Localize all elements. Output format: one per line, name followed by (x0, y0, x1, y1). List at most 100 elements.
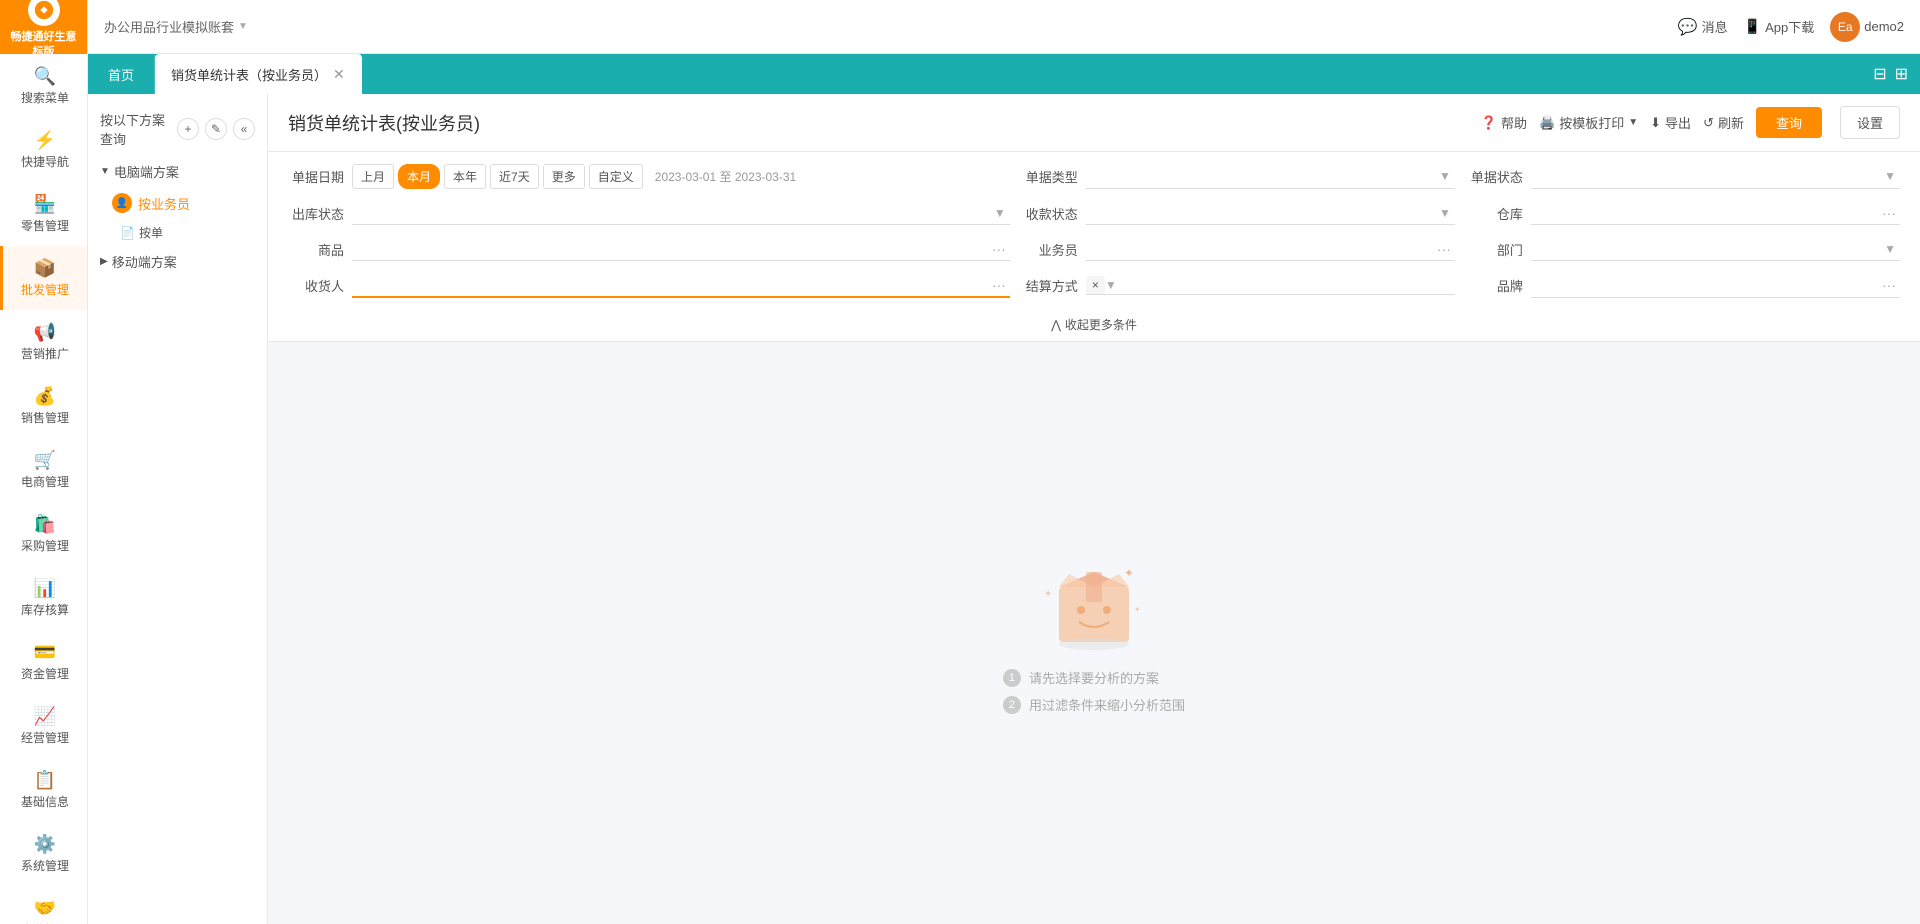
sidebar-item-retail[interactable]: 🏪 零售管理 (0, 182, 87, 246)
filter-row-2: 出库状态 ▼ 收款状态 ▼ (288, 201, 1900, 225)
warehouse-select[interactable]: ··· (1531, 201, 1900, 225)
doc-type-input[interactable] (1086, 165, 1439, 188)
goods-select[interactable]: ··· (352, 237, 1010, 261)
tabbar: 首页 销货单统计表（按业务员） ✕ ⊟ ⊞ (88, 54, 1920, 94)
settle-method-tag-close[interactable]: × (1092, 278, 1099, 292)
triangle-icon: ▼ (100, 166, 110, 177)
sub-item-by-order[interactable]: 📄 按单 (88, 219, 267, 246)
quick-icon: ⚡ (7, 130, 83, 151)
refresh-btn[interactable]: ↺ 刷新 (1703, 113, 1744, 132)
stock-status-select[interactable]: ▼ (352, 201, 1010, 225)
date-label: 单据日期 (288, 167, 344, 186)
app-logo: 畅捷通好生意 标版 (0, 0, 87, 54)
goods-input[interactable] (352, 237, 992, 260)
goods-label: 商品 (288, 240, 344, 259)
add-plan-btn[interactable]: + (177, 118, 199, 140)
sidebar-item-ecommerce[interactable]: 🛒 电商管理 (0, 438, 87, 502)
sidebar-item-search[interactable]: 🔍 搜索菜单 (0, 54, 87, 118)
stock-status-label: 出库状态 (288, 204, 344, 223)
page-actions: ❓ 帮助 🖨️ 按模板打印 ▼ ⬇ 导出 ↺ 刷新 (1481, 106, 1900, 139)
doc-status-arrow-icon: ▼ (1884, 169, 1900, 183)
brand-input[interactable] (1531, 274, 1882, 297)
sidebar-item-inventory[interactable]: 📊 库存核算 (0, 566, 87, 630)
tab-home[interactable]: 首页 (88, 54, 155, 94)
panel-header-label: 按以下方案查询 (100, 110, 177, 148)
triangle-right-icon: ▶ (100, 256, 108, 267)
app-download-btn[interactable]: 📱 App下载 (1744, 17, 1815, 36)
sidebar-item-sales[interactable]: 💰 销售管理 (0, 374, 87, 438)
doc-status-select[interactable]: ▼ (1531, 165, 1900, 189)
this-month-btn[interactable]: 本月 (398, 164, 440, 189)
settle-method-select[interactable]: × ▼ (1086, 276, 1455, 295)
system-icon: ⚙️ (7, 834, 83, 855)
more-btn[interactable]: 更多 (543, 164, 585, 189)
salesman-select[interactable]: ··· (1086, 237, 1455, 261)
sidebar-item-basic[interactable]: 📋 基础信息 (0, 758, 87, 822)
stock-status-input[interactable] (352, 201, 994, 224)
message-icon: 💬 (1678, 17, 1698, 37)
mobile-section-header[interactable]: ▶ 移动端方案 (88, 246, 267, 277)
filter-area: 单据日期 上月 本月 本年 近7天 更多 自定义 2023-03-01 至 20… (268, 152, 1920, 342)
page-header: 销货单统计表(按业务员) ❓ 帮助 🖨️ 按模板打印 ▼ ⬇ 导出 (268, 94, 1920, 152)
sidebar-item-quick[interactable]: ⚡ 快捷导航 (0, 118, 87, 182)
warehouse-group: 仓库 ··· (1467, 201, 1900, 225)
retail-icon: 🏪 (7, 194, 83, 215)
message-btn[interactable]: 💬 消息 (1678, 17, 1728, 37)
collapse-filters-btn[interactable]: ⋀ 收起更多条件 (288, 310, 1900, 341)
svg-text:✦: ✦ (1134, 605, 1141, 614)
sidebar-item-operation[interactable]: 📈 经营管理 (0, 694, 87, 758)
purchase-icon: 🛍️ (7, 514, 83, 535)
doc-type-group: 单据类型 ▼ (1022, 165, 1455, 189)
sidebar-item-system[interactable]: ⚙️ 系统管理 (0, 822, 87, 886)
salesman-input[interactable] (1086, 237, 1437, 260)
warehouse-dots-icon: ··· (1882, 205, 1900, 221)
mobile-section: ▶ 移动端方案 (88, 246, 267, 277)
sidebar-item-finance[interactable]: 💳 资金管理 (0, 630, 87, 694)
settle-method-label: 结算方式 (1022, 276, 1078, 295)
doc-status-label: 单据状态 (1467, 167, 1523, 186)
doc-type-select[interactable]: ▼ (1086, 165, 1455, 189)
export-btn[interactable]: ⬇ 导出 (1650, 113, 1691, 132)
maximize-icon[interactable]: ⊞ (1895, 64, 1908, 84)
print-chevron-icon: ▼ (1628, 117, 1638, 128)
last-7-days-btn[interactable]: 近7天 (490, 164, 539, 189)
dept-select[interactable]: ▼ (1531, 237, 1900, 261)
plan-item-salesman[interactable]: 👤 按业务员 (88, 187, 267, 219)
dept-input[interactable] (1531, 237, 1884, 260)
edit-plan-btn[interactable]: ✎ (205, 118, 227, 140)
settle-method-group: 结算方式 × ▼ (1022, 276, 1455, 295)
tab-sales-stats[interactable]: 销货单统计表（按业务员） ✕ (155, 54, 362, 94)
minimize-icon[interactable]: ⊟ (1873, 64, 1886, 84)
brand-select[interactable]: ··· (1531, 274, 1900, 298)
date-range-display: 2023-03-01 至 2023-03-31 (655, 168, 796, 185)
filter-row-1: 单据日期 上月 本月 本年 近7天 更多 自定义 2023-03-01 至 20… (288, 164, 1900, 189)
sidebar-item-enterprise[interactable]: 🤝 企业协同 (0, 886, 87, 924)
payment-status-input[interactable] (1086, 201, 1439, 224)
account-dropdown[interactable]: 办公用品行业模拟账套 ▼ (104, 17, 248, 36)
tab-close-btn[interactable]: ✕ (333, 66, 345, 83)
search-icon: 🔍 (7, 66, 83, 87)
sidebar-item-marketing[interactable]: 📢 营销推广 (0, 310, 87, 374)
finance-icon: 💳 (7, 642, 83, 663)
sidebar-item-wholesale[interactable]: 📦 批发管理 (0, 246, 87, 310)
this-year-btn[interactable]: 本年 (444, 164, 486, 189)
template-print-btn[interactable]: 🖨️ 按模板打印 ▼ (1539, 113, 1638, 132)
user-menu[interactable]: Ea demo2 (1830, 12, 1904, 42)
refresh-icon: ↺ (1703, 115, 1714, 131)
pc-section-header[interactable]: ▼ 电脑端方案 (88, 156, 267, 187)
query-button[interactable]: 查询 (1756, 107, 1822, 138)
help-btn[interactable]: ❓ 帮助 (1481, 113, 1527, 132)
empty-illustration: ✦ ✦ ✦ (1034, 552, 1154, 652)
payment-arrow: ▼ (1439, 206, 1455, 220)
sidebar-item-purchase[interactable]: 🛍️ 采购管理 (0, 502, 87, 566)
collapse-panel-btn[interactable]: « (233, 118, 255, 140)
settings-button[interactable]: 设置 (1840, 106, 1900, 139)
receiver-select[interactable]: ··· (352, 273, 1010, 298)
custom-btn[interactable]: 自定义 (589, 164, 643, 189)
last-month-btn[interactable]: 上月 (352, 164, 394, 189)
payment-status-select[interactable]: ▼ (1086, 201, 1455, 225)
warehouse-input[interactable] (1531, 201, 1882, 224)
salesman-plan-label: 按业务员 (138, 194, 190, 213)
doc-status-input[interactable] (1531, 165, 1884, 188)
receiver-input[interactable] (352, 273, 992, 296)
